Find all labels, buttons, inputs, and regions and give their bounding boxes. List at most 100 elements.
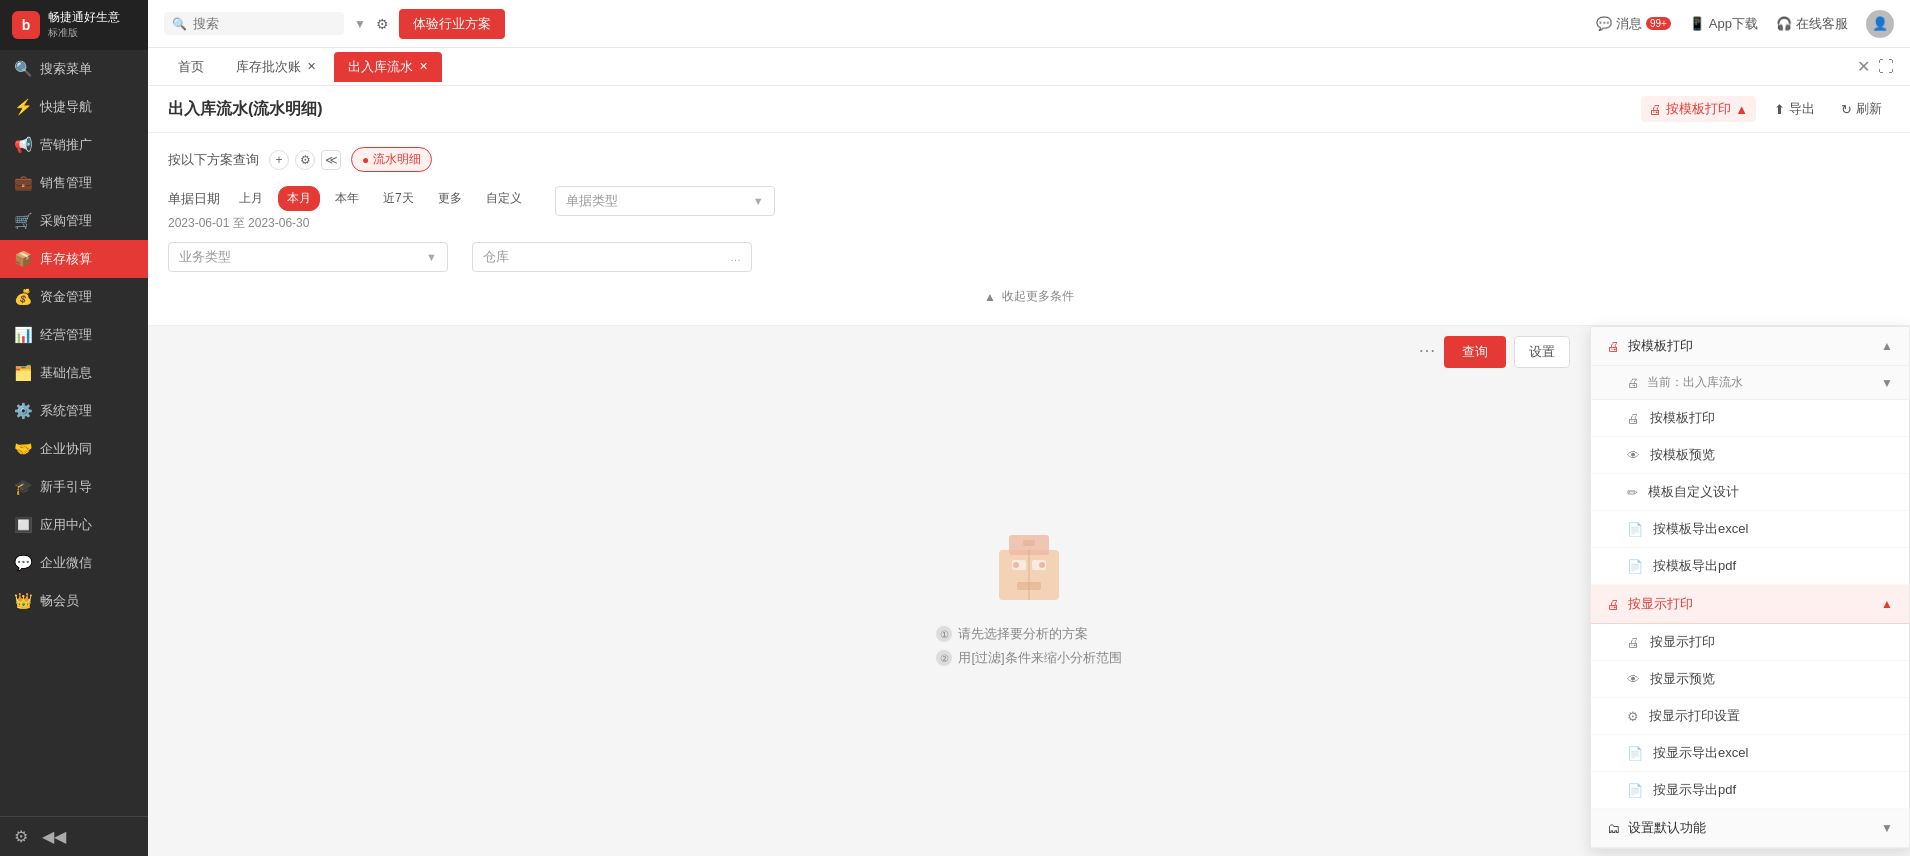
template-custom-icon: ✏ (1627, 485, 1638, 500)
sidebar-item-wechat[interactable]: 💬企业微信 (0, 544, 148, 582)
doc-type-select[interactable]: 单据类型 ▼ (555, 186, 775, 216)
sidebar-item-shortcut[interactable]: ⚡快捷导航 (0, 88, 148, 126)
date-last-month-button[interactable]: 上月 (230, 186, 272, 211)
tab-close-all-icon[interactable]: ✕ (1857, 57, 1870, 76)
template-excel-label: 按模板导出excel (1653, 520, 1748, 538)
search-input[interactable] (193, 16, 323, 31)
warehouse-label: 仓库 (483, 248, 724, 266)
sidebar-item-guide[interactable]: 🎓新手引导 (0, 468, 148, 506)
display-print-sub-label: 按显示打印 (1650, 633, 1715, 651)
printer-icon: 🖨 (1649, 102, 1662, 117)
search-icon: 🔍 (172, 17, 187, 31)
page-content: 出入库流水(流水明细) 🖨 按模板打印 ▲ ⬆ 导出 ↻ 刷新 (148, 86, 1910, 856)
user-avatar[interactable]: 👤 (1866, 10, 1894, 38)
sidebar-item-sales[interactable]: 💼销售管理 (0, 164, 148, 202)
sidebar-item-inventory[interactable]: 📦库存核算 (0, 240, 148, 278)
query-button[interactable]: 查询 (1444, 336, 1506, 368)
sidebar-item-label-inventory: 库存核算 (40, 250, 92, 268)
template-print-section-header[interactable]: 🖨 按模板打印 ▲ (1591, 327, 1909, 366)
settings-icon[interactable]: ⚙ (14, 827, 28, 846)
collapse-sidebar-icon[interactable]: ◀◀ (42, 827, 66, 846)
template-print-button[interactable]: 🖨 按模板打印 ▲ (1641, 96, 1756, 122)
tip-num-2: ② (936, 650, 952, 666)
collab-icon: 🤝 (14, 440, 32, 458)
date-custom-button[interactable]: 自定义 (477, 186, 531, 211)
warehouse-chevron-icon: … (730, 251, 741, 263)
dropdown-template-custom-button[interactable]: ✏ 模板自定义设计 (1591, 474, 1909, 511)
display-settings-icon: ⚙ (1627, 709, 1639, 724)
sidebar-item-appstore[interactable]: 🔲应用中心 (0, 506, 148, 544)
dropdown-display-settings-button[interactable]: ⚙ 按显示打印设置 (1591, 698, 1909, 735)
tab-home[interactable]: 首页 (164, 52, 218, 82)
sidebar-item-label-sales: 销售管理 (40, 174, 92, 192)
display-print-section-title: 🖨 按显示打印 (1607, 595, 1693, 613)
tab-batch-close-icon[interactable]: ✕ (307, 60, 316, 73)
date-this-year-button[interactable]: 本年 (326, 186, 368, 211)
tab-maximize-icon[interactable]: ⛶ (1878, 58, 1894, 76)
template-print-sub-label: 按模板打印 (1650, 409, 1715, 427)
tab-flow-close-icon[interactable]: ✕ (419, 60, 428, 73)
biz-type-select[interactable]: 业务类型 ▼ (168, 242, 448, 272)
tab-flow[interactable]: 出入库流水 ✕ (334, 52, 442, 82)
display-print-section-header[interactable]: 🖨 按显示打印 ▲ (1591, 585, 1909, 624)
header-search-chevron[interactable]: ▼ (354, 17, 366, 31)
app-download-button[interactable]: 📱 App下载 (1689, 15, 1758, 33)
sidebar-item-label-marketing: 营销推广 (40, 136, 92, 154)
online-service-button[interactable]: 🎧 在线客服 (1776, 15, 1848, 33)
biz-type-chevron-icon: ▼ (426, 251, 437, 263)
trial-button[interactable]: 体验行业方案 (399, 9, 505, 39)
filter-label: 按以下方案查询 (168, 151, 259, 169)
header-search-box[interactable]: 🔍 (164, 12, 344, 35)
template-print-chevron-icon: ▲ (1881, 339, 1893, 353)
sidebar-item-operations[interactable]: 📊经营管理 (0, 316, 148, 354)
default-func-section-header[interactable]: 🗂 设置默认功能 ▼ (1591, 809, 1909, 848)
tab-controls: ✕ ⛶ (1857, 57, 1894, 76)
filter-add-button[interactable]: + (269, 150, 289, 170)
filter-section: 按以下方案查询 + ⚙ ≪ ● 流水明细 单据日期 上月 本月 (148, 133, 1910, 326)
display-preview-label: 按显示预览 (1650, 670, 1715, 688)
collapse-label: 收起更多条件 (1002, 288, 1074, 305)
dropdown-display-preview-button[interactable]: 👁 按显示预览 (1591, 661, 1909, 698)
messages-button[interactable]: 💬 消息 99+ (1596, 15, 1671, 33)
sidebar-item-member[interactable]: 👑畅会员 (0, 582, 148, 620)
sidebar-item-marketing[interactable]: 📢营销推广 (0, 126, 148, 164)
tab-inventory-batch[interactable]: 库存批次账 ✕ (222, 52, 330, 82)
date-more-button[interactable]: 更多 (429, 186, 471, 211)
filter-settings-button[interactable]: ⚙ (295, 150, 315, 170)
sidebar-item-search[interactable]: 🔍搜索菜单 (0, 50, 148, 88)
service-icon: 🎧 (1776, 16, 1792, 31)
date-last7-button[interactable]: 近7天 (374, 186, 423, 211)
sidebar-item-basic[interactable]: 🗂️基础信息 (0, 354, 148, 392)
empty-tip-1: ① 请先选择要分析的方案 (936, 625, 1121, 643)
sidebar-item-purchase[interactable]: 🛒采购管理 (0, 202, 148, 240)
filter-collapse-more[interactable]: ▲ 收起更多条件 (168, 282, 1890, 311)
dropdown-display-pdf-button[interactable]: 📄 按显示导出pdf (1591, 772, 1909, 809)
template-excel-icon: 📄 (1627, 522, 1643, 537)
settings-button[interactable]: 设置 (1514, 336, 1570, 368)
dropdown-template-print-button[interactable]: 🖨 按模板打印 (1591, 400, 1909, 437)
header-gear-icon[interactable]: ⚙ (376, 16, 389, 32)
dropdown-template-excel-button[interactable]: 📄 按模板导出excel (1591, 511, 1909, 548)
sidebar-bottom: ⚙ ◀◀ (0, 816, 148, 856)
date-this-month-button[interactable]: 本月 (278, 186, 320, 211)
export-button[interactable]: ⬆ 导出 (1766, 96, 1823, 122)
dropdown-template-preview-button[interactable]: 👁 按模板预览 (1591, 437, 1909, 474)
warehouse-select[interactable]: 仓库 … (472, 242, 752, 272)
sidebar-item-label-purchase: 采购管理 (40, 212, 92, 230)
filter-collapse-button[interactable]: ≪ (321, 150, 341, 170)
sidebar-item-system[interactable]: ⚙️系统管理 (0, 392, 148, 430)
template-pdf-label: 按模板导出pdf (1653, 557, 1736, 575)
dropdown-display-excel-button[interactable]: 📄 按显示导出excel (1591, 735, 1909, 772)
refresh-icon: ↻ (1841, 102, 1852, 117)
filter-chip-flow[interactable]: ● 流水明细 (351, 147, 432, 172)
sidebar-item-label-search: 搜索菜单 (40, 60, 92, 78)
default-func-title-text: 设置默认功能 (1628, 819, 1706, 837)
sidebar-item-collab[interactable]: 🤝企业协同 (0, 430, 148, 468)
dropdown-template-pdf-button[interactable]: 📄 按模板导出pdf (1591, 548, 1909, 585)
refresh-button[interactable]: ↻ 刷新 (1833, 96, 1890, 122)
display-print-sub-icon: 🖨 (1627, 635, 1640, 650)
sidebar-item-finance[interactable]: 💰资金管理 (0, 278, 148, 316)
display-print-chevron-icon: ▲ (1881, 597, 1893, 611)
dropdown-display-print-button[interactable]: 🖨 按显示打印 (1591, 624, 1909, 661)
more-options-icon[interactable]: … (1418, 336, 1436, 368)
